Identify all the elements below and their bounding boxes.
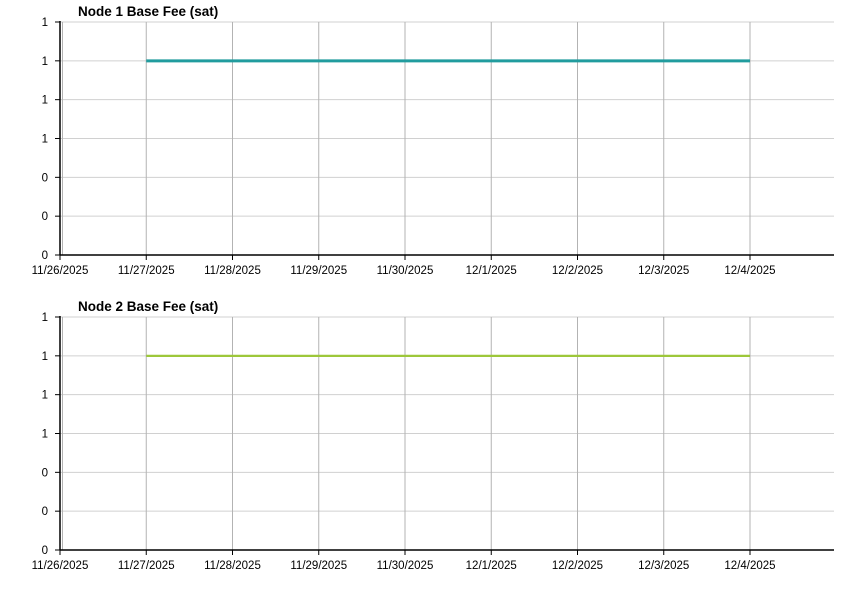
x-tick-label: 12/1/2025 <box>466 560 517 572</box>
base-fee-report-page: 1 1 1 1 0 0 0 11/26/2025 11/27/2025 11/28/2025 11/… <box>0 0 860 590</box>
y-tick-label: 0 <box>42 172 48 184</box>
x-tick-label: 11/27/2025 <box>118 560 175 572</box>
y-tick-label: 1 <box>42 56 48 68</box>
x-tick-label: 11/30/2025 <box>377 560 434 572</box>
x-tick-label: 12/3/2025 <box>638 560 689 572</box>
x-tick-label: 11/29/2025 <box>290 560 347 572</box>
chart-node-1-canvas: 1 1 1 1 0 0 0 11/26/2025 11/27/2025 11/28/2025 11/… <box>32 17 834 277</box>
x-tick-label: 12/2/2025 <box>552 560 603 572</box>
y-tick-label: 1 <box>42 351 48 363</box>
y-tick-label: 1 <box>42 429 48 441</box>
chart-node-2-canvas: 1 1 1 1 0 0 0 11/26/2025 11/27/2025 11/28/2025 11/… <box>32 312 834 572</box>
y-tick-label: 1 <box>42 134 48 146</box>
y-tick-label: 1 <box>42 312 48 324</box>
x-tick-label: 11/30/2025 <box>377 265 434 277</box>
y-tick-label: 0 <box>42 545 48 557</box>
y-tick-label: 0 <box>42 211 48 223</box>
chart-node-2-base-fee: 1 1 1 1 0 0 0 11/26/2025 11/27/2025 11/28/2025 11/… <box>0 295 860 590</box>
y-tick-label: 1 <box>42 390 48 402</box>
y-tick-label: 1 <box>42 95 48 107</box>
x-tick-label: 11/26/2025 <box>32 560 89 572</box>
x-tick-label: 11/26/2025 <box>32 265 89 277</box>
y-tick-label: 0 <box>42 467 48 479</box>
x-tick-label: 11/29/2025 <box>290 265 347 277</box>
x-tick-label: 11/27/2025 <box>118 265 175 277</box>
x-tick-label: 11/28/2025 <box>204 560 261 572</box>
x-tick-label: 12/3/2025 <box>638 265 689 277</box>
y-tick-label: 0 <box>42 506 48 518</box>
x-tick-label: 11/28/2025 <box>204 265 261 277</box>
x-tick-label: 12/2/2025 <box>552 265 603 277</box>
x-tick-label: 12/1/2025 <box>466 265 517 277</box>
x-tick-label: 12/4/2025 <box>724 560 775 572</box>
chart-title: Node 1 Base Fee (sat) <box>78 4 219 19</box>
x-tick-label: 12/4/2025 <box>724 265 775 277</box>
chart-node-1-base-fee: 1 1 1 1 0 0 0 11/26/2025 11/27/2025 11/28/2025 11/… <box>0 0 860 295</box>
chart-title: Node 2 Base Fee (sat) <box>78 299 219 314</box>
y-tick-label: 0 <box>42 250 48 262</box>
y-tick-label: 1 <box>42 17 48 29</box>
